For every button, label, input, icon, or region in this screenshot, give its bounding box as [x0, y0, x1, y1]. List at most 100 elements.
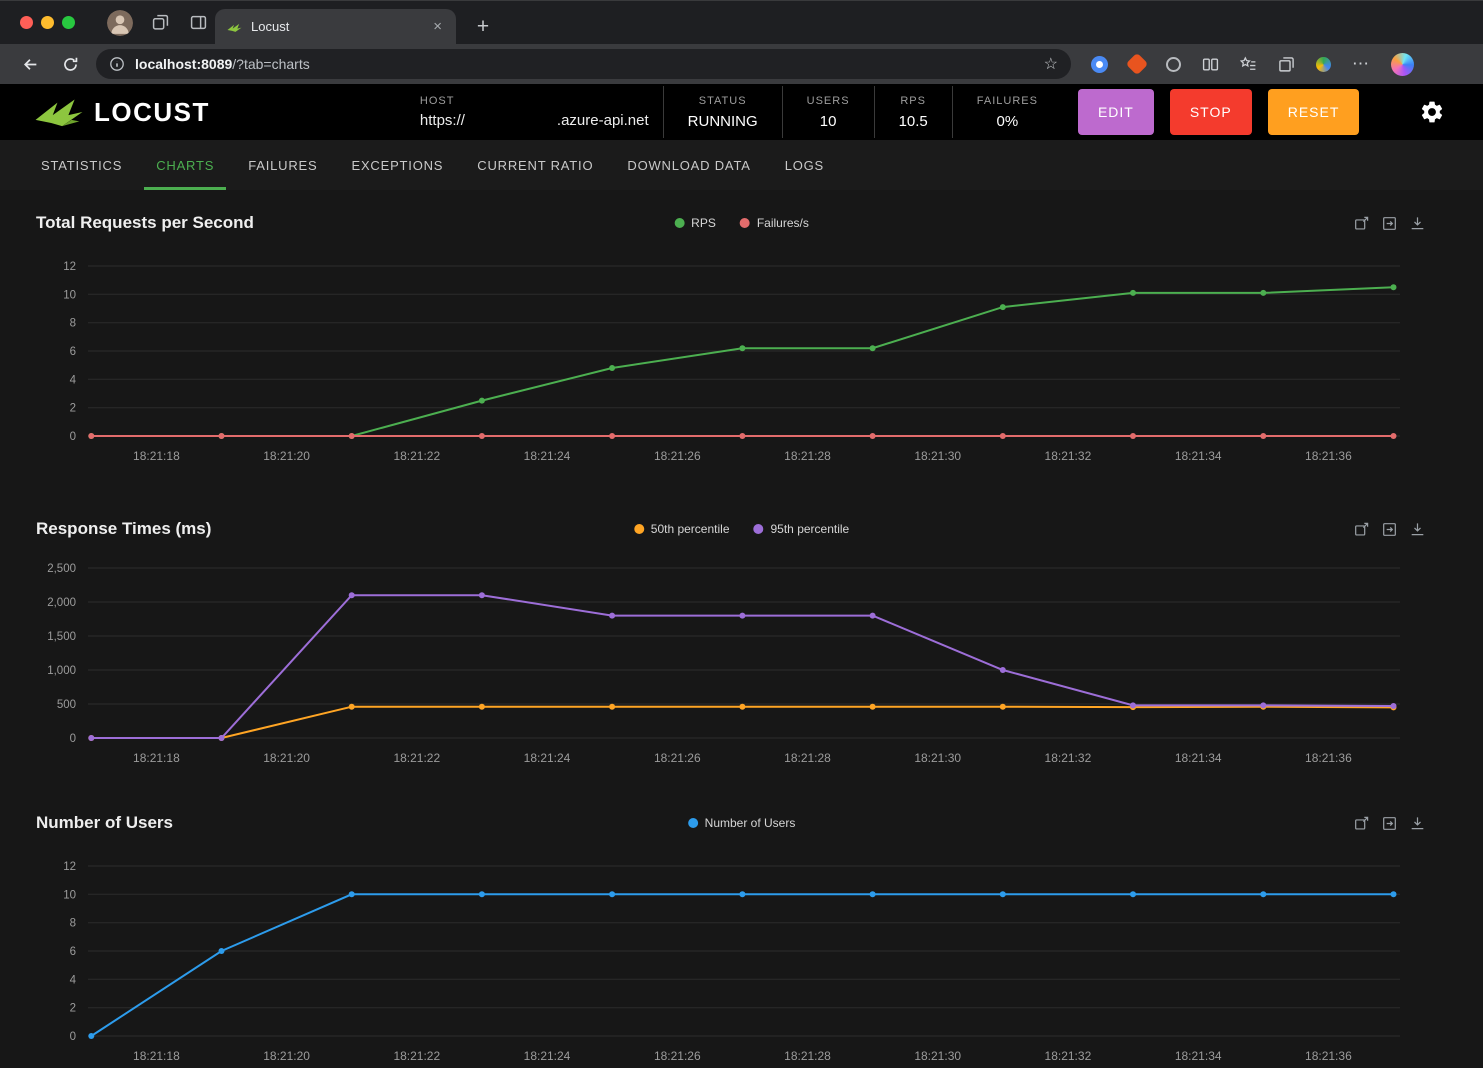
svg-text:2: 2	[70, 403, 76, 415]
host-prefix: https://	[419, 112, 465, 129]
svg-text:18:21:22: 18:21:22	[393, 449, 440, 463]
chart-title: Response Times (ms)	[36, 519, 212, 538]
download-chart-icon[interactable]	[1410, 216, 1425, 231]
chart-title: Total Requests per Second	[36, 213, 254, 232]
svg-text:0: 0	[70, 733, 76, 745]
svg-text:6: 6	[70, 346, 76, 358]
gray-extension-icon[interactable]	[1166, 56, 1181, 72]
zoom-window-button[interactable]	[62, 16, 75, 29]
tab-group-icon[interactable]	[150, 13, 170, 33]
response-times-chart[interactable]: 0 500 1,000 1,500 2,000 2,500 18:21:18 18:21:20…	[0, 554, 1483, 770]
tab-current-ratio[interactable]: CURRENT RATIO	[465, 140, 605, 190]
browser-navbar: localhost:8089/?tab=charts ☆ ⋯	[0, 44, 1483, 84]
svg-text:500: 500	[57, 699, 76, 711]
svg-text:18:21:22: 18:21:22	[393, 751, 440, 765]
zoom-reset-icon[interactable]	[1382, 816, 1397, 831]
settings-gear-icon[interactable]	[1419, 99, 1445, 125]
legend-item[interactable]: 95th percentile	[753, 522, 849, 536]
rps-value: 10.5	[898, 112, 928, 130]
chart-section-number-of-users: Number of Users Number of Users 0 2 4 6 8 10 1…	[0, 806, 1483, 1068]
orange-extension-icon[interactable]	[1125, 52, 1149, 76]
tab-failures[interactable]: FAILURES	[236, 140, 329, 190]
legend-dot	[674, 218, 685, 228]
svg-text:10: 10	[63, 889, 76, 901]
svg-text:2,500: 2,500	[47, 563, 76, 575]
svg-text:4: 4	[70, 974, 77, 986]
svg-text:2: 2	[70, 1003, 76, 1015]
address-bar[interactable]: localhost:8089/?tab=charts ☆	[96, 49, 1071, 79]
tab-exceptions[interactable]: EXCEPTIONS	[339, 140, 455, 190]
stat-label: RPS	[900, 94, 926, 107]
zoom-select-icon[interactable]	[1354, 522, 1369, 537]
back-icon[interactable]	[15, 49, 45, 79]
browser-menu-icon[interactable]: ⋯	[1352, 54, 1370, 74]
download-chart-icon[interactable]	[1410, 816, 1425, 831]
svg-text:18:21:34: 18:21:34	[1175, 751, 1222, 765]
total-rps-chart[interactable]: 0 2 4 6 8 10 12 18:21:18 18:21:20 18:21:22 18:21:2…	[0, 252, 1483, 468]
browser-panel-icon[interactable]	[188, 13, 208, 33]
toolbar-extensions: ⋯	[1091, 52, 1414, 76]
tab-close-icon[interactable]: ×	[431, 18, 444, 35]
download-chart-icon[interactable]	[1410, 522, 1425, 537]
svg-text:18:21:36: 18:21:36	[1305, 449, 1352, 463]
bookmark-star-icon[interactable]: ☆	[1044, 54, 1058, 74]
legend-item[interactable]: 50th percentile	[633, 522, 730, 536]
browser-tab[interactable]: Locust ×	[215, 9, 456, 44]
browser-tab-strip: Locust × +	[0, 0, 1483, 44]
tab-logs[interactable]: LOGS	[773, 140, 836, 190]
svg-text:18:21:28: 18:21:28	[784, 1049, 831, 1063]
svg-text:18:21:26: 18:21:26	[654, 751, 701, 765]
close-window-button[interactable]	[20, 16, 33, 29]
legend-item[interactable]: Failures/s	[739, 216, 809, 230]
legend-item[interactable]: Number of Users	[687, 816, 795, 830]
svg-text:18:21:26: 18:21:26	[654, 1049, 701, 1063]
tab-title: Locust	[251, 19, 290, 34]
reload-icon[interactable]	[55, 49, 85, 79]
profile-avatar[interactable]	[107, 9, 133, 36]
stop-button[interactable]: STOP	[1169, 89, 1252, 135]
svg-text:18:21:30: 18:21:30	[914, 1049, 961, 1063]
host-label: HOST	[419, 95, 455, 107]
reset-button[interactable]: RESET	[1267, 89, 1360, 135]
svg-text:18:21:30: 18:21:30	[914, 449, 961, 463]
svg-text:4: 4	[70, 374, 77, 386]
sync-status-icon[interactable]	[1316, 56, 1331, 72]
edit-button[interactable]: EDIT	[1077, 89, 1154, 135]
legend-dot	[753, 524, 764, 534]
minimize-window-button[interactable]	[41, 16, 54, 29]
legend-item[interactable]: RPS	[674, 216, 716, 230]
split-screen-icon[interactable]	[1202, 56, 1219, 73]
locust-logo-icon	[35, 99, 83, 127]
legend-dot	[687, 818, 698, 828]
svg-text:18:21:36: 18:21:36	[1305, 1049, 1352, 1063]
svg-text:18:21:22: 18:21:22	[393, 1049, 440, 1063]
tab-download-data[interactable]: DOWNLOAD DATA	[615, 140, 762, 190]
collections-icon[interactable]	[1278, 56, 1295, 73]
svg-text:18:21:34: 18:21:34	[1175, 1049, 1222, 1063]
blue-extension-icon[interactable]	[1091, 55, 1108, 73]
tab-charts[interactable]: CHARTS	[144, 140, 227, 190]
locust-logo[interactable]: LOCUST	[34, 93, 210, 131]
new-tab-button[interactable]: +	[470, 15, 496, 39]
svg-text:0: 0	[70, 1031, 76, 1043]
url-path: /?tab=charts	[232, 56, 310, 72]
svg-text:10: 10	[63, 289, 76, 301]
stat-label: STATUS	[698, 94, 747, 107]
svg-text:18:21:20: 18:21:20	[263, 449, 310, 463]
zoom-select-icon[interactable]	[1354, 816, 1369, 831]
svg-text:18:21:24: 18:21:24	[524, 1049, 571, 1063]
favorites-icon[interactable]	[1240, 55, 1257, 73]
zoom-reset-icon[interactable]	[1382, 522, 1397, 537]
zoom-select-icon[interactable]	[1354, 216, 1369, 231]
legend-dot	[633, 524, 644, 534]
zoom-reset-icon[interactable]	[1382, 216, 1397, 231]
copilot-icon[interactable]	[1391, 52, 1414, 76]
svg-text:0: 0	[70, 431, 76, 443]
chart-section-total-rps: Total Requests per Second RPS Failures/s …	[0, 206, 1483, 468]
chart-section-response-times: Response Times (ms) 50th percentile 95th …	[0, 512, 1483, 770]
tab-statistics[interactable]: STATISTICS	[29, 140, 134, 190]
chart-legend: Number of Users	[687, 816, 795, 830]
site-info-icon[interactable]	[109, 56, 125, 72]
svg-text:6: 6	[70, 946, 76, 958]
users-count: 10	[819, 112, 837, 130]
